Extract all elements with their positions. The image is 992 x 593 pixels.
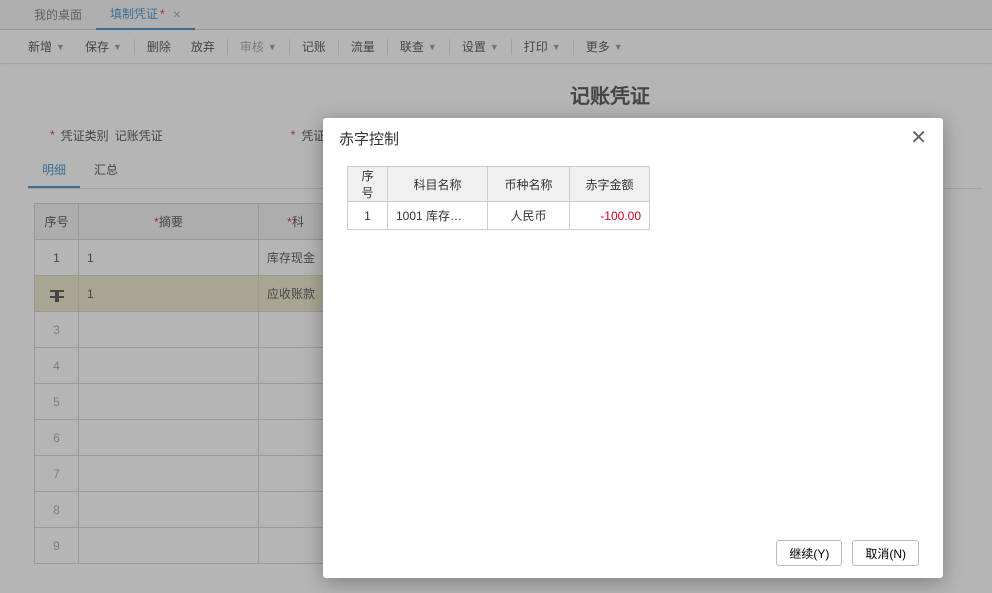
dialog-body: 序号 科目名称 币种名称 赤字金额 1 1001 库存… 人民币 -100.00 [323,158,943,528]
table-row: 1 1001 库存… 人民币 -100.00 [348,202,650,230]
continue-button[interactable]: 继续(Y) [776,540,842,566]
dialog-footer: 继续(Y) 取消(N) [323,528,943,578]
col-currency-header: 币种名称 [488,167,570,202]
cancel-label: 取消(N) [865,547,906,561]
close-icon[interactable]: ✕ [910,128,927,148]
table-header-row: 序号 科目名称 币种名称 赤字金额 [348,167,650,202]
col-num-header: 序号 [348,167,388,202]
cell-num: 1 [348,202,388,230]
deficit-control-dialog: 赤字控制 ✕ 序号 科目名称 币种名称 赤字金额 1 1001 库存… 人民币 … [323,118,943,578]
dialog-header: 赤字控制 ✕ [323,118,943,158]
continue-label: 继续(Y) [789,547,829,561]
cancel-button[interactable]: 取消(N) [852,540,919,566]
col-amount-header: 赤字金额 [570,167,650,202]
cell-currency: 人民币 [488,202,570,230]
col-name-header: 科目名称 [388,167,488,202]
deficit-table: 序号 科目名称 币种名称 赤字金额 1 1001 库存… 人民币 -100.00 [347,166,650,230]
cell-name: 1001 库存… [388,202,488,230]
cell-amount: -100.00 [570,202,650,230]
dialog-title: 赤字控制 [339,128,399,149]
